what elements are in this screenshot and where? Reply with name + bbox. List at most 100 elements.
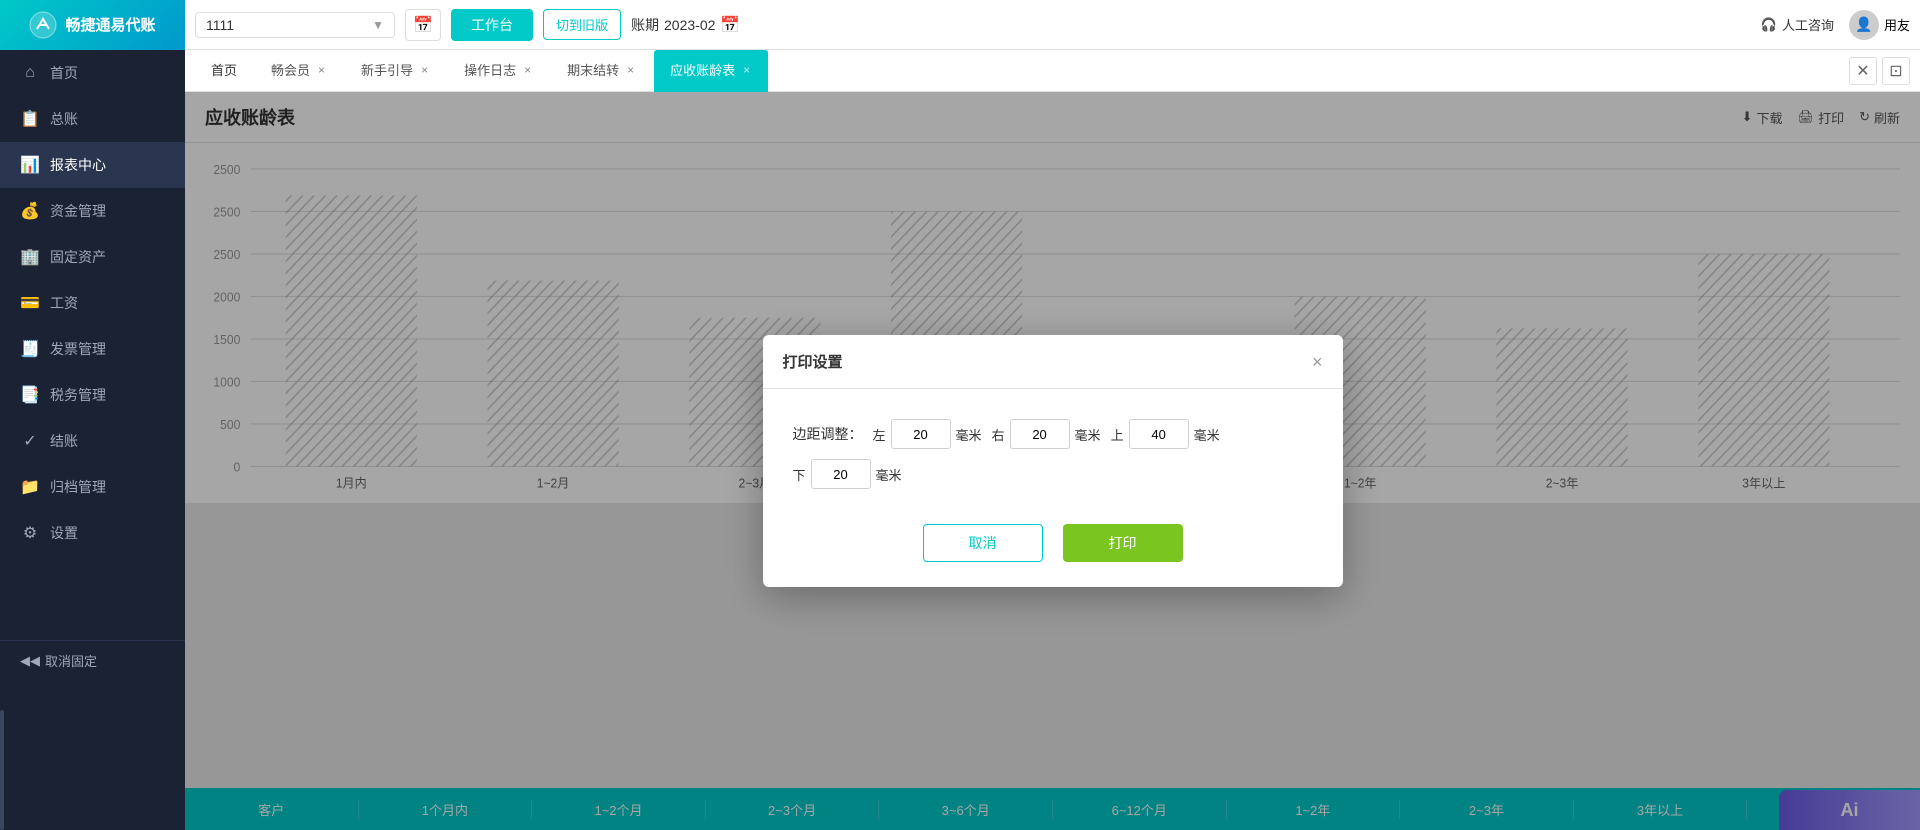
sidebar-item-ledger[interactable]: 📋 总账 bbox=[0, 96, 185, 142]
right-unit: 毫米 bbox=[1075, 425, 1101, 444]
sidebar-label-invoice: 发票管理 bbox=[50, 339, 106, 359]
tab-ar-aging[interactable]: 应收账龄表 × bbox=[654, 50, 768, 92]
company-name: 1111 bbox=[206, 17, 367, 33]
period-label: 账期 bbox=[631, 15, 659, 35]
dialog-header: 打印设置 × bbox=[763, 335, 1343, 389]
modal-overlay: 打印设置 × 边距调整： 左 毫米 右 bbox=[185, 92, 1920, 830]
sidebar-label-checkout: 结账 bbox=[50, 431, 78, 451]
sidebar-label-home: 首页 bbox=[50, 63, 78, 83]
tab-member[interactable]: 畅会员 × bbox=[255, 50, 343, 92]
dialog-title: 打印设置 bbox=[783, 351, 843, 372]
print-settings-dialog: 打印设置 × 边距调整： 左 毫米 右 bbox=[763, 335, 1343, 587]
bottom-margin-input[interactable] bbox=[811, 459, 871, 489]
sidebar-label-fund: 资金管理 bbox=[50, 201, 106, 221]
margin-right-group: 右 毫米 bbox=[992, 419, 1101, 449]
tab-close-oplog[interactable]: × bbox=[522, 63, 533, 77]
chevron-down-icon: ▼ bbox=[372, 18, 384, 32]
sidebar-item-report[interactable]: 📊 报表中心 bbox=[0, 142, 185, 188]
tab-label-ar-aging: 应收账龄表 bbox=[670, 60, 735, 79]
tab-close-guide[interactable]: × bbox=[419, 63, 430, 77]
sidebar-item-archive[interactable]: 📁 归档管理 bbox=[0, 464, 185, 510]
logo-text: 畅捷通易代账 bbox=[65, 14, 155, 35]
invoice-icon: 🧾 bbox=[20, 339, 40, 359]
period-value: 2023-02 bbox=[664, 17, 715, 33]
sidebar-item-fund[interactable]: 💰 资金管理 bbox=[0, 188, 185, 234]
headset-icon: 🎧 bbox=[1761, 17, 1777, 33]
sidebar-label-report: 报表中心 bbox=[50, 155, 106, 175]
sidebar-item-checkout[interactable]: ✓ 结账 bbox=[0, 418, 185, 464]
fund-icon: 💰 bbox=[20, 201, 40, 221]
sidebar-item-settings[interactable]: ⚙ 设置 bbox=[0, 510, 185, 556]
sidebar-item-asset[interactable]: 🏢 固定资产 bbox=[0, 234, 185, 280]
sidebar-label-salary: 工资 bbox=[50, 293, 78, 313]
period-info: 账期 2023-02 📅 bbox=[631, 15, 740, 35]
left-unit: 毫米 bbox=[956, 425, 982, 444]
tab-label-period-end: 期末结转 bbox=[567, 60, 619, 79]
user-name: 用友 bbox=[1884, 15, 1910, 34]
avatar: 👤 bbox=[1849, 10, 1879, 40]
report-icon: 📊 bbox=[20, 155, 40, 175]
checkout-icon: ✓ bbox=[20, 431, 40, 451]
bottom-label: 下 bbox=[793, 465, 806, 484]
tab-home[interactable]: 首页 bbox=[195, 50, 253, 92]
salary-icon: 💳 bbox=[20, 293, 40, 313]
consult-label: 人工咨询 bbox=[1782, 15, 1834, 34]
expand-tabs-button[interactable]: ⊡ bbox=[1882, 57, 1910, 85]
sidebar-label-asset: 固定资产 bbox=[50, 247, 106, 267]
tab-oplog[interactable]: 操作日志 × bbox=[448, 50, 549, 92]
sidebar-label-archive: 归档管理 bbox=[50, 477, 106, 497]
top-unit: 毫米 bbox=[1194, 425, 1220, 444]
tab-close-period-end[interactable]: × bbox=[625, 63, 636, 77]
period-calendar-icon[interactable]: 📅 bbox=[720, 15, 740, 35]
right-margin-input[interactable] bbox=[1010, 419, 1070, 449]
calendar-icon: 📅 bbox=[413, 15, 433, 35]
archive-icon: 📁 bbox=[20, 477, 40, 497]
sidebar-item-invoice[interactable]: 🧾 发票管理 bbox=[0, 326, 185, 372]
margin-settings-row: 边距调整： 左 毫米 右 毫米 bbox=[793, 419, 1313, 489]
home-icon: ⌂ bbox=[20, 64, 40, 82]
right-label: 右 bbox=[992, 425, 1005, 444]
sidebar-collapse-button[interactable]: ◀◀ 取消固定 bbox=[0, 640, 185, 680]
logo: 畅捷通易代账 bbox=[0, 0, 185, 50]
asset-icon: 🏢 bbox=[20, 247, 40, 267]
scroll-bar bbox=[0, 710, 4, 830]
consult-button[interactable]: 🎧 人工咨询 bbox=[1761, 15, 1834, 34]
workbench-button[interactable]: 工作台 bbox=[451, 9, 533, 41]
switch-version-button[interactable]: 切到旧版 bbox=[543, 9, 621, 40]
tabs-bar: 首页 畅会员 × 新手引导 × 操作日志 × 期末结转 × 应收账龄表 × ✕ ⊡ bbox=[185, 50, 1920, 92]
tab-close-member[interactable]: × bbox=[316, 63, 327, 77]
page-content: 应收账龄表 ⬇ 下载 🖨 打印 ↻ 刷新 bbox=[185, 92, 1920, 830]
margin-bottom-group: 下 毫米 bbox=[793, 459, 902, 489]
tab-period-end[interactable]: 期末结转 × bbox=[551, 50, 652, 92]
sidebar-item-home[interactable]: ⌂ 首页 bbox=[0, 50, 185, 96]
left-label: 左 bbox=[873, 425, 886, 444]
tab-label-home: 首页 bbox=[211, 60, 237, 79]
sidebar-item-salary[interactable]: 💳 工资 bbox=[0, 280, 185, 326]
sidebar: ⌂ 首页 📋 总账 📊 报表中心 💰 资金管理 🏢 固定资产 💳 工资 🧾 发票管理 📑税务管理 ✓ 结账 📁 归档… bbox=[0, 50, 185, 830]
sidebar-label-ledger: 总账 bbox=[50, 109, 78, 129]
user-area[interactable]: 👤 用友 bbox=[1849, 10, 1910, 40]
tab-label-oplog: 操作日志 bbox=[464, 60, 516, 79]
tab-label-member: 畅会员 bbox=[271, 60, 310, 79]
print-confirm-button[interactable]: 打印 bbox=[1063, 524, 1183, 562]
margin-label: 边距调整： bbox=[793, 424, 863, 444]
company-selector[interactable]: 1111 ▼ bbox=[195, 12, 395, 38]
tab-close-ar-aging[interactable]: × bbox=[741, 63, 752, 77]
settings-icon: ⚙ bbox=[20, 523, 40, 543]
tab-label-guide: 新手引导 bbox=[361, 60, 413, 79]
top-margin-input[interactable] bbox=[1129, 419, 1189, 449]
calendar-button[interactable]: 📅 bbox=[405, 9, 441, 41]
margin-top-group: 上 毫米 bbox=[1111, 419, 1220, 449]
sidebar-label-settings: 设置 bbox=[50, 523, 78, 543]
cancel-button[interactable]: 取消 bbox=[923, 524, 1043, 562]
tab-guide[interactable]: 新手引导 × bbox=[345, 50, 446, 92]
collapse-label: 取消固定 bbox=[45, 651, 97, 670]
left-margin-input[interactable] bbox=[891, 419, 951, 449]
sidebar-item-tax[interactable]: 📑税务管理 bbox=[0, 372, 185, 418]
sidebar-label-tax: 税务管理 bbox=[50, 385, 106, 405]
close-all-tabs-button[interactable]: ✕ bbox=[1849, 57, 1877, 85]
dialog-close-button[interactable]: × bbox=[1312, 353, 1323, 371]
bottom-unit: 毫米 bbox=[876, 465, 902, 484]
collapse-icon: ◀◀ bbox=[20, 653, 40, 669]
ledger-icon: 📋 bbox=[20, 109, 40, 129]
